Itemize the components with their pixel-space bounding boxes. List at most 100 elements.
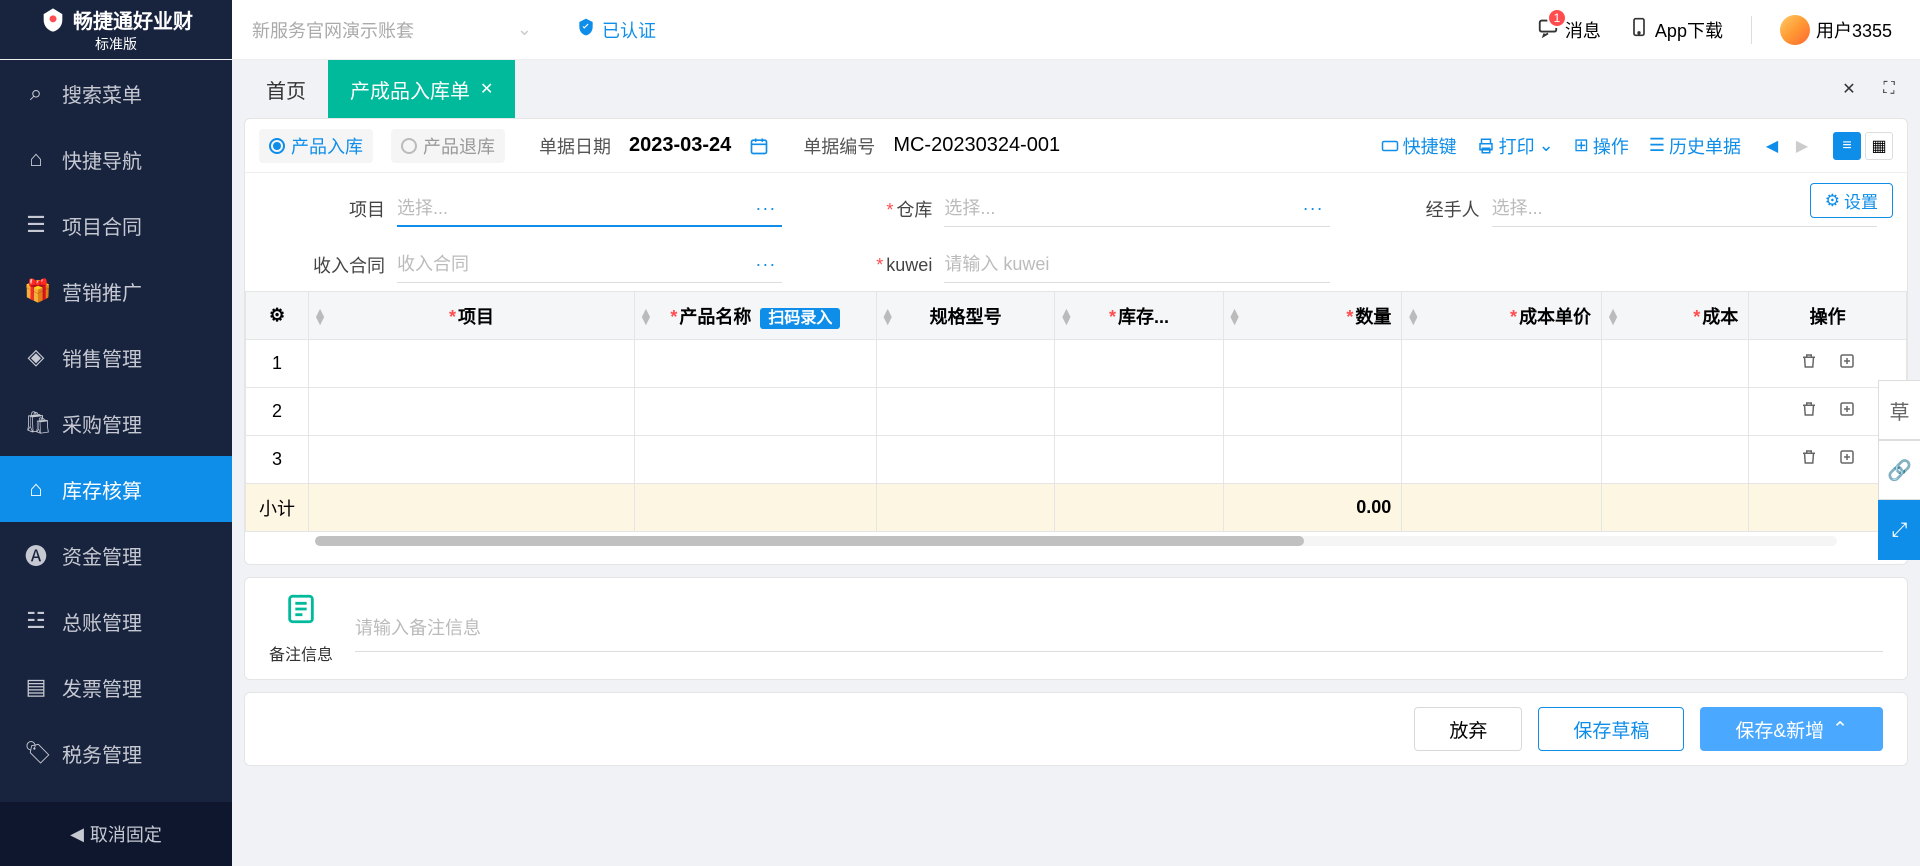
sidebar-item-search[interactable]: ⌕搜索菜单: [0, 60, 232, 126]
ellipsis-icon[interactable]: ···: [1297, 198, 1330, 219]
col-qty[interactable]: ▲▼*数量: [1223, 292, 1402, 340]
note-icon: [284, 592, 318, 635]
prev-button[interactable]: ◀: [1761, 135, 1783, 157]
sidebar-item-invoice[interactable]: ▤发票管理: [0, 654, 232, 720]
next-button[interactable]: ▶: [1791, 135, 1813, 157]
remark-input[interactable]: [355, 618, 1883, 639]
sidebar-item-label: 总账管理: [62, 607, 142, 636]
ellipsis-icon[interactable]: ···: [749, 254, 782, 275]
view-list-button[interactable]: ≡: [1833, 132, 1861, 160]
float-draft-button[interactable]: 草: [1878, 380, 1920, 440]
bag-icon: 🛍: [24, 410, 48, 436]
messages-button[interactable]: 1 消息: [1537, 16, 1601, 43]
scan-tag[interactable]: 扫码录入: [760, 308, 840, 329]
col-product-name[interactable]: ▲▼*产品名称 扫码录入: [634, 292, 876, 340]
sidebar-item-doc[interactable]: ☰项目合同: [0, 192, 232, 258]
sidebar-item-money[interactable]: 🅐资金管理: [0, 522, 232, 588]
col-project[interactable]: ▲▼*项目: [309, 292, 635, 340]
sidebar-item-house[interactable]: ⌂库存核算: [0, 456, 232, 522]
field-project-input[interactable]: [397, 198, 749, 219]
ledger-icon: ☳: [24, 608, 48, 634]
user-menu[interactable]: 用户3355: [1780, 15, 1892, 45]
docno-label: 单据编号: [803, 133, 875, 159]
sidebar-item-label: 营销推广: [62, 277, 142, 306]
link-icon: 🔗: [1887, 458, 1912, 483]
gear-icon: ⚙: [269, 305, 285, 325]
field-warehouse-input[interactable]: [944, 198, 1296, 219]
brand-name: 畅捷通好业财: [73, 5, 193, 34]
account-select[interactable]: 新服务官网演示账套 ⌄: [252, 17, 532, 43]
fullscreen-button[interactable]: ⛶: [1874, 74, 1904, 104]
sidebar-item-tax[interactable]: 🏷税务管理: [0, 720, 232, 786]
col-cost-price[interactable]: ▲▼*成本单价: [1402, 292, 1602, 340]
remark-label: 备注信息: [269, 641, 333, 665]
row-number: 1: [246, 340, 309, 388]
add-row-button[interactable]: [1838, 352, 1856, 375]
tax-icon: 🏷: [24, 740, 48, 766]
expand-icon: ⤢: [1892, 519, 1908, 542]
save-new-button[interactable]: 保存&新增⌃: [1700, 707, 1883, 751]
settings-button[interactable]: ⚙ 设置: [1810, 183, 1893, 218]
delete-row-button[interactable]: [1800, 400, 1818, 423]
float-expand-button[interactable]: ⤢: [1878, 500, 1920, 560]
operate-label: 操作: [1593, 133, 1629, 159]
print-button[interactable]: 打印 ⌄: [1477, 133, 1554, 159]
subtotal-row: 小计0.00: [246, 484, 1907, 532]
brand-logo-icon: [39, 6, 67, 34]
col-gear[interactable]: ⚙: [246, 292, 309, 340]
house-icon: ⌂: [24, 476, 48, 502]
fullscreen-icon: ⛶: [1883, 80, 1894, 98]
sidebar-item-home[interactable]: ⌂快捷导航: [0, 126, 232, 192]
sidebar-item-gift[interactable]: 🎁营销推广: [0, 258, 232, 324]
sidebar: ⌕搜索菜单⌂快捷导航☰项目合同🎁营销推广◈销售管理🛍采购管理⌂库存核算🅐资金管理…: [0, 60, 232, 866]
table-row[interactable]: 2: [246, 388, 1907, 436]
tab-home-label: 首页: [266, 75, 306, 104]
col-spec[interactable]: ▲▼规格型号: [876, 292, 1055, 340]
float-link-button[interactable]: 🔗: [1878, 440, 1920, 500]
tab-home[interactable]: 首页: [244, 60, 328, 118]
field-kuwei-input[interactable]: [944, 254, 1329, 275]
phone-icon: [1629, 16, 1649, 43]
col-stock[interactable]: ▲▼*库存...: [1055, 292, 1223, 340]
unpin-label: 取消固定: [90, 821, 162, 847]
table-row[interactable]: 3: [246, 436, 1907, 484]
diamond-icon: ◈: [24, 344, 48, 370]
delete-row-button[interactable]: [1800, 448, 1818, 471]
sidebar-item-ledger[interactable]: ☳ 总账管理: [0, 588, 232, 654]
save-draft-button[interactable]: 保存草稿: [1538, 707, 1684, 751]
sidebar-item-bag[interactable]: 🛍采购管理: [0, 390, 232, 456]
field-income-contract-input[interactable]: [397, 254, 749, 275]
col-cost[interactable]: ▲▼*成本: [1602, 292, 1749, 340]
tab-close-button[interactable]: ✕: [1834, 74, 1864, 104]
history-button[interactable]: ☰ 历史单据: [1649, 133, 1741, 159]
money-icon: 🅐: [24, 539, 48, 571]
sidebar-item-label: 发票管理: [62, 673, 142, 702]
chevron-down-icon: ⌄: [1539, 135, 1554, 156]
delete-row-button[interactable]: [1800, 352, 1818, 375]
operate-button[interactable]: ⊞ 操作: [1574, 133, 1629, 159]
add-row-button[interactable]: [1838, 448, 1856, 471]
sidebar-item-diamond[interactable]: ◈销售管理: [0, 324, 232, 390]
ellipsis-icon[interactable]: ···: [749, 198, 782, 219]
radio-product-in[interactable]: 产品入库: [259, 129, 373, 163]
add-row-button[interactable]: [1838, 400, 1856, 423]
history-label: 历史单据: [1669, 133, 1741, 159]
sidebar-unpin[interactable]: ◀ 取消固定: [0, 802, 232, 866]
date-value: 2023-03-24: [629, 134, 731, 157]
close-icon[interactable]: ✕: [480, 79, 493, 99]
table-row[interactable]: 1: [246, 340, 1907, 388]
subtotal-qty: 0.00: [1223, 484, 1402, 532]
view-card-button[interactable]: ▦: [1865, 132, 1893, 160]
date-picker-button[interactable]: [749, 136, 769, 156]
doc-icon: ☰: [24, 212, 48, 238]
app-download-button[interactable]: App下载: [1629, 16, 1723, 43]
radio-product-out[interactable]: 产品退库: [391, 129, 505, 163]
field-handler-input[interactable]: [1492, 198, 1844, 219]
brand-edition: 标准版: [95, 34, 137, 54]
app-download-label: App下载: [1655, 17, 1723, 43]
discard-button[interactable]: 放弃: [1414, 707, 1522, 751]
tab-active[interactable]: 产成品入库单 ✕: [328, 60, 515, 118]
radio-out-label: 产品退库: [423, 133, 495, 159]
shortcut-button[interactable]: 快捷键: [1381, 133, 1457, 159]
table-horizontal-scrollbar[interactable]: [315, 536, 1837, 546]
